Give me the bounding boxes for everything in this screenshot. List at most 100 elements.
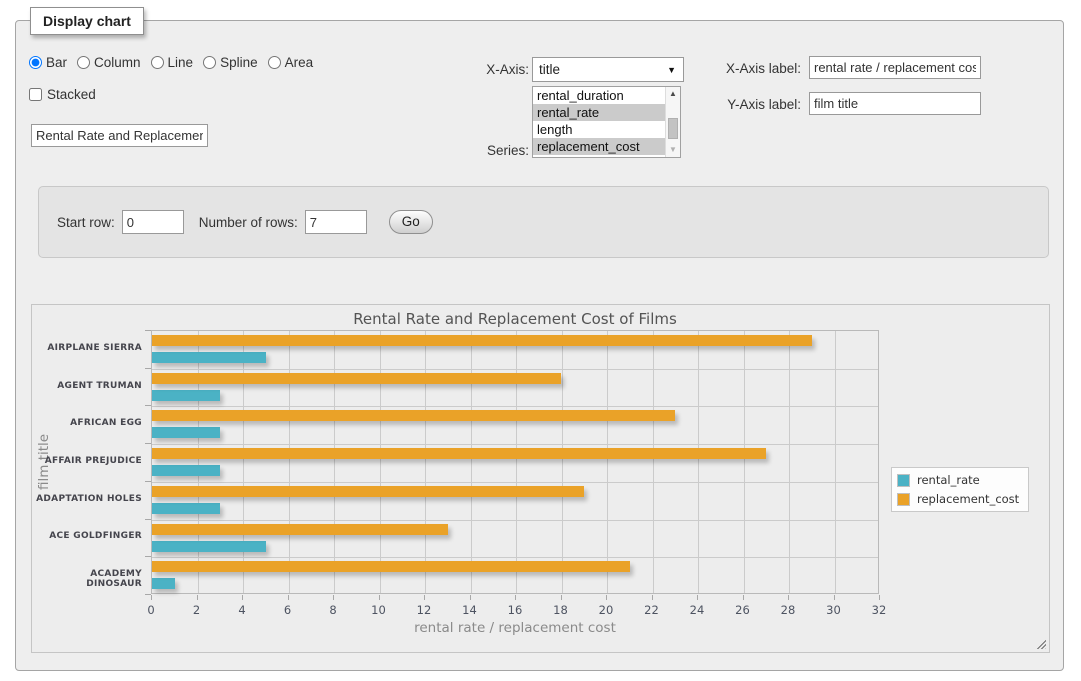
fieldset-legend: Display chart <box>30 7 144 35</box>
gridline-horizontal <box>152 369 878 370</box>
gridline-horizontal <box>152 557 878 558</box>
start-row-label: Start row: <box>57 215 115 230</box>
go-button[interactable]: Go <box>389 210 433 234</box>
stacked-option[interactable]: Stacked <box>29 87 96 102</box>
legend-label: replacement_cost <box>917 492 1019 506</box>
x-axis-title: rental rate / replacement cost <box>151 620 879 636</box>
series-listbox[interactable]: rental_durationrental_ratelengthreplacem… <box>532 86 681 158</box>
bar-rental_rate <box>152 427 220 438</box>
x-tick-mark <box>151 595 152 600</box>
category-label: AFRICAN EGG <box>32 418 142 428</box>
stacked-checkbox[interactable] <box>29 88 42 101</box>
x-tick-label: 12 <box>404 603 444 617</box>
y-tick-mark <box>145 330 151 331</box>
y-tick-mark <box>145 594 151 595</box>
gridline-horizontal <box>152 482 878 483</box>
gridline-vertical <box>425 331 426 593</box>
gridline-vertical <box>334 331 335 593</box>
scrollbar-thumb[interactable] <box>668 118 678 140</box>
x-tick-label: 10 <box>359 603 399 617</box>
series-option-rental_rate[interactable]: rental_rate <box>533 104 665 121</box>
bar-rental_rate <box>152 541 266 552</box>
chart-type-radio-column[interactable] <box>77 56 90 69</box>
bar-rental_rate <box>152 465 220 476</box>
gridline-vertical <box>698 331 699 593</box>
bar-replacement_cost <box>152 373 561 384</box>
y-tick-mark <box>145 481 151 482</box>
start-row-input[interactable] <box>122 210 184 234</box>
chart-legend: rental_rate replacement_cost <box>891 467 1029 512</box>
chart-title-input[interactable] <box>31 124 208 147</box>
bar-rental_rate <box>152 390 220 401</box>
chart-type-radio-area[interactable] <box>268 56 281 69</box>
scroll-down-icon[interactable]: ▼ <box>666 143 680 157</box>
bar-replacement_cost <box>152 524 448 535</box>
chart-type-option-column[interactable]: Column <box>77 55 141 70</box>
gridline-horizontal <box>152 406 878 407</box>
x-tick-label: 8 <box>313 603 353 617</box>
category-label: AGENT TRUMAN <box>32 381 142 391</box>
x-tick-label: 16 <box>495 603 535 617</box>
y-axis-label-input[interactable] <box>809 92 981 115</box>
gridline-vertical <box>198 331 199 593</box>
chart-type-radios: Bar Column Line Spline Area <box>29 55 323 70</box>
gridline-vertical <box>243 331 244 593</box>
legend-item-replacement_cost: replacement_cost <box>897 492 1019 506</box>
chart-type-radio-spline[interactable] <box>203 56 216 69</box>
legend-swatch <box>897 493 910 506</box>
y-axis-label-caption: Y-Axis label: <box>711 97 801 112</box>
x-tick-mark <box>834 595 835 600</box>
series-option-length[interactable]: length <box>533 121 665 138</box>
y-tick-mark <box>145 368 151 369</box>
page: Display chart Bar Column Line Spline Area St… <box>0 0 1081 681</box>
gridline-vertical <box>789 331 790 593</box>
x-tick-mark <box>561 595 562 600</box>
x-tick-mark <box>652 595 653 600</box>
chart-type-label: Area <box>285 55 314 70</box>
x-tick-mark <box>197 595 198 600</box>
series-scrollbar[interactable]: ▲ ▼ <box>665 87 680 157</box>
bar-replacement_cost <box>152 448 766 459</box>
gridline-vertical <box>744 331 745 593</box>
x-tick-label: 22 <box>632 603 672 617</box>
y-tick-mark <box>145 556 151 557</box>
x-tick-mark <box>697 595 698 600</box>
category-label: AIRPLANE SIERRA <box>32 343 142 353</box>
chart-type-radio-line[interactable] <box>151 56 164 69</box>
plot-area <box>151 330 879 594</box>
x-tick-mark <box>788 595 789 600</box>
bar-replacement_cost <box>152 486 584 497</box>
chart-type-radio-bar[interactable] <box>29 56 42 69</box>
gridline-horizontal <box>152 520 878 521</box>
chart-type-option-spline[interactable]: Spline <box>203 55 258 70</box>
y-tick-mark <box>145 443 151 444</box>
x-tick-mark <box>379 595 380 600</box>
chart-type-option-line[interactable]: Line <box>151 55 194 70</box>
category-label: ACE GOLDFINGER <box>32 531 142 541</box>
num-rows-input[interactable] <box>305 210 367 234</box>
gridline-vertical <box>516 331 517 593</box>
bar-rental_rate <box>152 578 175 589</box>
gridline-vertical <box>835 331 836 593</box>
chevron-down-icon: ▼ <box>667 65 683 75</box>
x-axis-select-value: title <box>533 62 667 77</box>
x-axis-select[interactable]: title ▼ <box>532 57 684 82</box>
chart-type-label: Spline <box>220 55 258 70</box>
bar-replacement_cost <box>152 561 630 572</box>
series-option-rental_duration[interactable]: rental_duration <box>533 87 665 104</box>
series-option-replacement_cost[interactable]: replacement_cost <box>533 138 665 155</box>
resize-handle-icon[interactable] <box>1035 638 1046 649</box>
bar-rental_rate <box>152 503 220 514</box>
gridline-vertical <box>607 331 608 593</box>
gridline-vertical <box>471 331 472 593</box>
x-tick-label: 0 <box>131 603 171 617</box>
category-label: ACADEMY DINOSAUR <box>32 569 142 589</box>
category-label: ADAPTATION HOLES <box>32 494 142 504</box>
scroll-up-icon[interactable]: ▲ <box>666 87 680 101</box>
x-tick-mark <box>242 595 243 600</box>
legend-swatch <box>897 474 910 487</box>
legend-label: rental_rate <box>917 473 980 487</box>
chart-type-option-bar[interactable]: Bar <box>29 55 67 70</box>
chart-type-option-area[interactable]: Area <box>268 55 314 70</box>
x-axis-label-input[interactable] <box>809 56 981 79</box>
